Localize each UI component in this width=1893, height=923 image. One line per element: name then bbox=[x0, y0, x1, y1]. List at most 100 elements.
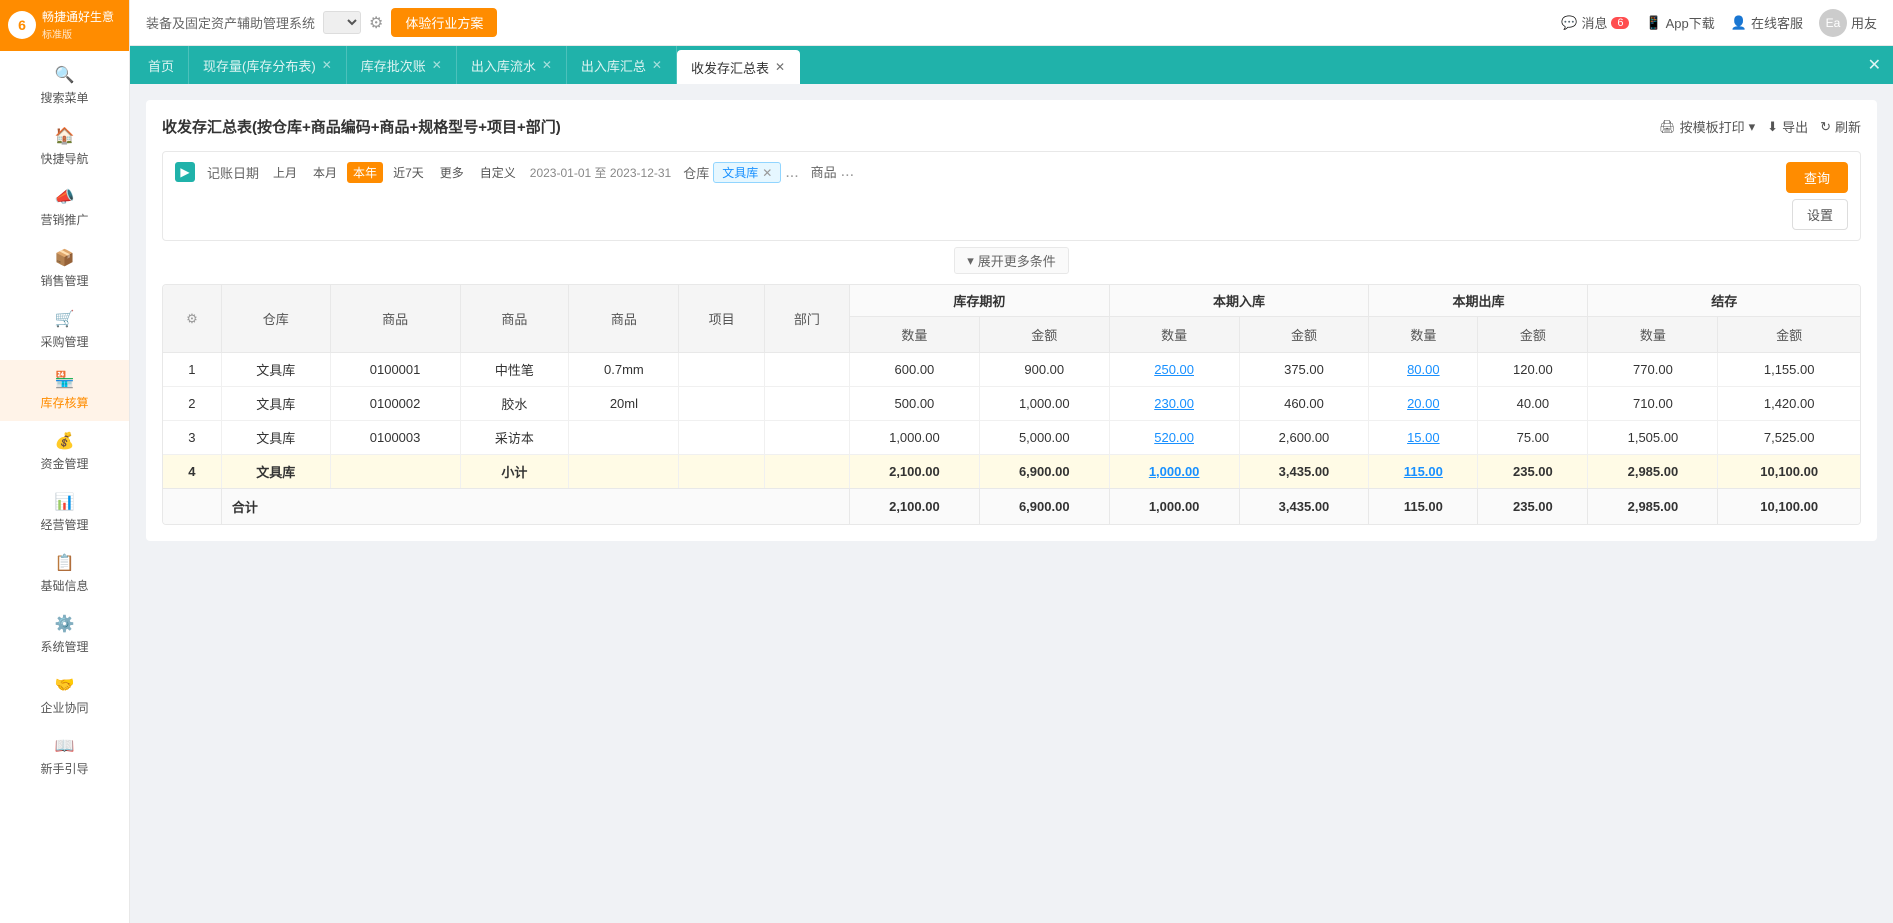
table-row: 3文具库0100003采访本1,000.005,000.00520.002,60… bbox=[163, 421, 1860, 455]
basic-icon: 📋 bbox=[55, 553, 75, 573]
experience-btn[interactable]: 体验行业方案 bbox=[391, 8, 497, 37]
refresh-icon: ↻ bbox=[1820, 119, 1831, 135]
sidebar-item-basic[interactable]: 📋 基础信息 bbox=[0, 543, 129, 604]
row-no: 2 bbox=[163, 387, 221, 421]
row-spec: 0.7mm bbox=[569, 353, 679, 387]
row-dept bbox=[764, 455, 849, 489]
footer-out-amt: 235.00 bbox=[1478, 489, 1588, 525]
sidebar-item-sales[interactable]: 📦 销售管理 bbox=[0, 238, 129, 299]
date-btn-custom[interactable]: 自定义 bbox=[474, 162, 522, 183]
tab-close-batch[interactable]: ✕ bbox=[432, 58, 442, 72]
row-opening-amt: 6,900.00 bbox=[979, 455, 1109, 489]
row-balance-amt: 7,525.00 bbox=[1718, 421, 1860, 455]
sidebar-label-capital: 资金管理 bbox=[40, 455, 88, 472]
goods-more[interactable]: ... bbox=[841, 163, 854, 181]
date-btn-7days[interactable]: 近7天 bbox=[387, 162, 430, 183]
tab-stock[interactable]: 现存量(库存分布表) ✕ bbox=[189, 46, 347, 84]
system-select[interactable] bbox=[323, 11, 361, 34]
phone-icon: 📱 bbox=[1645, 15, 1661, 31]
row-out-qty[interactable]: 115.00 bbox=[1369, 455, 1478, 489]
row-out-amt: 75.00 bbox=[1478, 421, 1588, 455]
sidebar-item-marketing[interactable]: 📣 营销推广 bbox=[0, 177, 129, 238]
sidebar-item-guide[interactable]: 📖 新手引导 bbox=[0, 726, 129, 787]
sidebar-item-quick[interactable]: 🏠 快捷导航 bbox=[0, 116, 129, 177]
sidebar: 6 畅捷通好生意 标准版 🔍 搜索菜单 🏠 快捷导航 📣 营销推广 📦 销售管理… bbox=[0, 0, 130, 923]
date-btn-prev-month[interactable]: 上月 bbox=[267, 162, 303, 183]
table-settings-col[interactable]: ⚙ bbox=[163, 285, 221, 353]
close-all-tabs-btn[interactable]: ✕ bbox=[1860, 55, 1889, 75]
app-download-btn[interactable]: 📱 App下载 bbox=[1645, 13, 1714, 32]
chevron-down-icon: ▾ bbox=[967, 253, 974, 269]
footer-out-qty: 115.00 bbox=[1369, 489, 1478, 525]
tab-close-stock[interactable]: ✕ bbox=[322, 58, 332, 72]
quick-icon: 🏠 bbox=[55, 126, 75, 146]
th-name: 商品 bbox=[460, 285, 569, 353]
row-in-qty[interactable]: 520.00 bbox=[1109, 421, 1239, 455]
tab-batch[interactable]: 库存批次账 ✕ bbox=[347, 46, 457, 84]
tab-close-recv-send[interactable]: ✕ bbox=[775, 60, 785, 74]
sidebar-item-collab[interactable]: 🤝 企业协同 bbox=[0, 665, 129, 726]
settings-btn[interactable]: 设置 bbox=[1792, 199, 1848, 230]
row-spec bbox=[569, 421, 679, 455]
main-area: 装备及固定资产辅助管理系统 ⚙ 体验行业方案 💬 消息 6 📱 App下载 👤 … bbox=[130, 0, 1893, 923]
service-icon: 👤 bbox=[1731, 15, 1747, 31]
th-spec: 商品 bbox=[569, 285, 679, 353]
tab-flow[interactable]: 出入库流水 ✕ bbox=[457, 46, 567, 84]
row-in-qty[interactable]: 1,000.00 bbox=[1109, 455, 1239, 489]
sidebar-item-system[interactable]: ⚙️ 系统管理 bbox=[0, 604, 129, 665]
th-in-amt: 金额 bbox=[1239, 317, 1369, 353]
warehouse-more[interactable]: ... bbox=[785, 164, 798, 182]
row-code: 0100003 bbox=[330, 421, 460, 455]
system-icon: ⚙️ bbox=[55, 614, 75, 634]
sidebar-item-capital[interactable]: 💰 资金管理 bbox=[0, 421, 129, 482]
operation-icon: 📊 bbox=[55, 492, 75, 512]
row-name: 小计 bbox=[460, 455, 569, 489]
filter-expand-icon[interactable]: ▶ bbox=[175, 162, 195, 182]
row-project bbox=[679, 421, 764, 455]
row-opening-qty: 2,100.00 bbox=[849, 455, 979, 489]
tab-close-flow[interactable]: ✕ bbox=[542, 58, 552, 72]
guide-icon: 📖 bbox=[55, 736, 75, 756]
th-opening-amt: 金额 bbox=[979, 317, 1109, 353]
th-group-opening: 库存期初 bbox=[849, 285, 1109, 317]
row-opening-qty: 1,000.00 bbox=[849, 421, 979, 455]
row-in-qty[interactable]: 250.00 bbox=[1109, 353, 1239, 387]
tab-close-summary[interactable]: ✕ bbox=[652, 58, 662, 72]
page-card: 收发存汇总表(按仓库+商品编码+商品+规格型号+项目+部门) 🖨 按模板打印 ▾… bbox=[146, 100, 1877, 541]
expand-label: 展开更多条件 bbox=[978, 251, 1056, 270]
footer-in-amt: 3,435.00 bbox=[1239, 489, 1369, 525]
tab-home[interactable]: 首页 bbox=[134, 46, 189, 84]
date-btn-more[interactable]: 更多 bbox=[434, 162, 470, 183]
user-area[interactable]: Ea 用友 bbox=[1819, 9, 1877, 37]
sidebar-item-purchase[interactable]: 🛒 采购管理 bbox=[0, 299, 129, 360]
row-project bbox=[679, 455, 764, 489]
date-btn-cur-month[interactable]: 本月 bbox=[307, 162, 343, 183]
expand-conditions-row: ▾ 展开更多条件 bbox=[162, 247, 1861, 274]
sidebar-item-search[interactable]: 🔍 搜索菜单 bbox=[0, 55, 129, 116]
query-btn[interactable]: 查询 bbox=[1786, 162, 1848, 193]
online-service-btn[interactable]: 👤 在线客服 bbox=[1731, 13, 1803, 32]
row-out-qty[interactable]: 20.00 bbox=[1369, 387, 1478, 421]
export-btn[interactable]: ⬇ 导出 bbox=[1767, 117, 1808, 136]
row-out-qty[interactable]: 80.00 bbox=[1369, 353, 1478, 387]
sidebar-item-operation[interactable]: 📊 经营管理 bbox=[0, 482, 129, 543]
table-row: 4文具库小计2,100.006,900.001,000.003,435.0011… bbox=[163, 455, 1860, 489]
date-btn-year[interactable]: 本年 bbox=[347, 162, 383, 183]
tab-recv-send[interactable]: 收发存汇总表 ✕ bbox=[677, 50, 800, 84]
print-btn[interactable]: 🖨 按模板打印 ▾ bbox=[1659, 117, 1755, 136]
row-in-qty[interactable]: 230.00 bbox=[1109, 387, 1239, 421]
warehouse-tag-close[interactable]: ✕ bbox=[762, 166, 772, 180]
th-out-qty: 数量 bbox=[1369, 317, 1478, 353]
refresh-btn[interactable]: ↻ 刷新 bbox=[1820, 117, 1861, 136]
sidebar-item-inventory[interactable]: 🏪 库存核算 bbox=[0, 360, 129, 421]
table-row: 1文具库0100001中性笔0.7mm600.00900.00250.00375… bbox=[163, 353, 1860, 387]
tab-summary[interactable]: 出入库汇总 ✕ bbox=[567, 46, 677, 84]
message-btn[interactable]: 💬 消息 6 bbox=[1561, 13, 1629, 32]
row-out-qty[interactable]: 15.00 bbox=[1369, 421, 1478, 455]
marketing-icon: 📣 bbox=[55, 187, 75, 207]
message-label: 消息 bbox=[1581, 13, 1607, 32]
expand-conditions-btn[interactable]: ▾ 展开更多条件 bbox=[954, 247, 1069, 274]
gear-icon[interactable]: ⚙ bbox=[369, 13, 383, 33]
warehouse-tag-value: 文具库 bbox=[722, 164, 758, 181]
app-download-label: App下载 bbox=[1666, 13, 1715, 32]
